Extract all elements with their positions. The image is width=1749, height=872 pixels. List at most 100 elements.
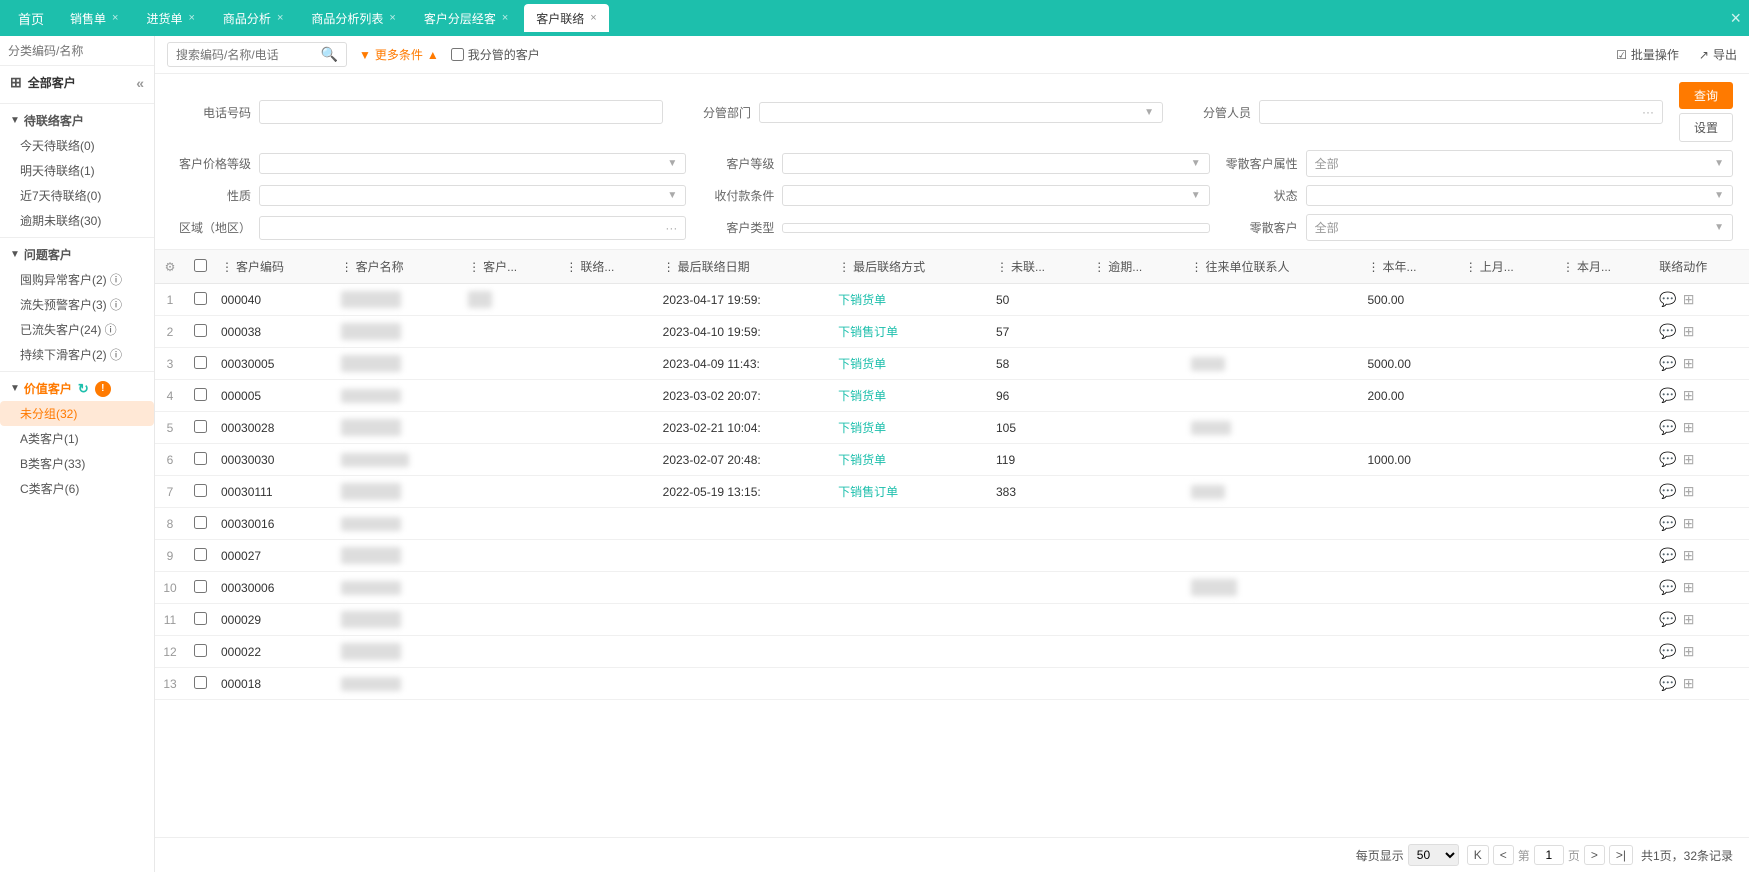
grid-action-icon[interactable]: ⊞ <box>1683 515 1695 532</box>
tab-purchase-order[interactable]: 进货单 × <box>134 4 206 32</box>
row-checkbox[interactable] <box>194 676 207 689</box>
grid-action-icon[interactable]: ⊞ <box>1683 643 1695 660</box>
sidebar-all-customers[interactable]: ⊞ 全部客户 « <box>0 66 154 99</box>
contact-method-link[interactable]: 下销货单 <box>838 293 886 307</box>
nature-select[interactable]: ▼ <box>259 185 686 206</box>
row-checkbox-cell[interactable] <box>185 668 215 700</box>
row-checkbox-cell[interactable] <box>185 412 215 444</box>
query-button[interactable]: 查询 <box>1679 82 1733 109</box>
grid-action-icon[interactable]: ⊞ <box>1683 291 1695 308</box>
row-checkbox[interactable] <box>194 484 207 497</box>
row-checkbox-cell[interactable] <box>185 348 215 380</box>
tab-sales-order[interactable]: 销售单 × <box>58 4 130 32</box>
sidebar-search-box[interactable]: 🔍 <box>0 36 154 66</box>
search-box[interactable]: 🔍 <box>167 42 347 67</box>
row-checkbox[interactable] <box>194 356 207 369</box>
row-checkbox[interactable] <box>194 292 207 305</box>
next-page-button[interactable]: > <box>1584 845 1605 865</box>
sidebar-item-class-b[interactable]: B类客户(33) <box>0 451 154 476</box>
message-action-icon[interactable]: 💬 <box>1659 387 1676 404</box>
contact-method-link[interactable]: 下销货单 <box>838 357 886 371</box>
payment-select[interactable]: ▼ <box>782 185 1209 206</box>
dept-select[interactable]: ▼ <box>759 102 1163 123</box>
checkbox-column-header[interactable] <box>185 250 215 284</box>
settings-column-header[interactable]: ⚙ <box>155 250 185 284</box>
row-checkbox-cell[interactable] <box>185 380 215 412</box>
sidebar-section-value-customers[interactable]: ▼ 价值客户 ↻ ! <box>0 376 154 401</box>
region-dots[interactable]: ··· <box>665 221 677 235</box>
close-product-analysis-list-tab[interactable]: × <box>389 12 395 24</box>
sidebar-item-class-a[interactable]: A类客户(1) <box>0 426 154 451</box>
close-customer-contact-tab[interactable]: × <box>590 12 596 24</box>
row-checkbox[interactable] <box>194 388 207 401</box>
customer-level-select[interactable]: ▼ <box>782 153 1209 174</box>
sidebar-search-input[interactable] <box>8 44 155 58</box>
row-checkbox-cell[interactable] <box>185 540 215 572</box>
close-customer-segment-tab[interactable]: × <box>502 12 508 24</box>
row-checkbox-cell[interactable] <box>185 508 215 540</box>
close-purchase-order-tab[interactable]: × <box>188 12 194 24</box>
grid-action-icon[interactable]: ⊞ <box>1683 547 1695 564</box>
contact-method-link[interactable]: 下销售订单 <box>838 485 898 499</box>
search-icon[interactable]: 🔍 <box>321 46 338 63</box>
person-select[interactable]: ··· <box>1259 100 1663 124</box>
page-number-input[interactable] <box>1534 845 1564 865</box>
sidebar-item-unclassified[interactable]: 未分组(32) <box>0 401 154 426</box>
message-action-icon[interactable]: 💬 <box>1659 675 1676 692</box>
person-dots[interactable]: ··· <box>1642 105 1654 119</box>
customer-type-select[interactable] <box>782 223 1209 233</box>
row-checkbox[interactable] <box>194 580 207 593</box>
tab-product-analysis-list[interactable]: 商品分析列表 × <box>299 4 407 32</box>
row-checkbox[interactable] <box>194 324 207 337</box>
reset-button[interactable]: 设置 <box>1679 113 1733 142</box>
sidebar-section-problem-customers[interactable]: ▼ 问题客户 <box>0 242 154 267</box>
message-action-icon[interactable]: 💬 <box>1659 515 1676 532</box>
contact-method-link[interactable]: 下销货单 <box>838 421 886 435</box>
export-button[interactable]: ↗ 导出 <box>1699 46 1737 63</box>
retail-customer-select[interactable]: 全部 ▼ <box>1306 214 1733 241</box>
region-select[interactable]: ··· <box>259 216 686 240</box>
close-sales-order-tab[interactable]: × <box>112 12 118 24</box>
grid-action-icon[interactable]: ⊞ <box>1683 387 1695 404</box>
row-checkbox-cell[interactable] <box>185 444 215 476</box>
sidebar-item-overdue-contact[interactable]: 逾期未联络(30) <box>0 208 154 233</box>
message-action-icon[interactable]: 💬 <box>1659 643 1676 660</box>
grid-action-icon[interactable]: ⊞ <box>1683 675 1695 692</box>
message-action-icon[interactable]: 💬 <box>1659 355 1676 372</box>
search-input[interactable] <box>176 48 317 62</box>
message-action-icon[interactable]: 💬 <box>1659 547 1676 564</box>
message-action-icon[interactable]: 💬 <box>1659 579 1676 596</box>
message-action-icon[interactable]: 💬 <box>1659 323 1676 340</box>
refresh-icon[interactable]: ↻ <box>78 381 89 397</box>
row-checkbox-cell[interactable] <box>185 476 215 508</box>
retail-attr-select[interactable]: 全部 ▼ <box>1306 150 1733 177</box>
tab-customer-contact[interactable]: 客户联络 × <box>524 4 608 32</box>
select-all-checkbox[interactable] <box>194 259 207 272</box>
more-conditions-button[interactable]: ▼ 更多条件 ▲ <box>359 46 439 63</box>
window-close-button[interactable]: × <box>1730 8 1741 29</box>
price-level-select[interactable]: ▼ <box>259 153 686 174</box>
per-page-select[interactable]: 50 20 100 <box>1408 844 1459 866</box>
sidebar-item-class-c[interactable]: C类客户(6) <box>0 476 154 501</box>
grid-action-icon[interactable]: ⊞ <box>1683 323 1695 340</box>
sidebar-item-churn-warning[interactable]: 流失预警客户(3) ⓘ <box>0 292 154 317</box>
row-checkbox-cell[interactable] <box>185 636 215 668</box>
status-select[interactable]: ▼ <box>1306 185 1733 206</box>
prev-page-button[interactable]: < <box>1493 845 1514 865</box>
row-checkbox-cell[interactable] <box>185 284 215 316</box>
my-customers-check[interactable] <box>451 48 464 61</box>
row-checkbox[interactable] <box>194 452 207 465</box>
grid-action-icon[interactable]: ⊞ <box>1683 355 1695 372</box>
row-checkbox[interactable] <box>194 516 207 529</box>
row-checkbox[interactable] <box>194 548 207 561</box>
message-action-icon[interactable]: 💬 <box>1659 419 1676 436</box>
sidebar-item-tomorrow-pending[interactable]: 明天待联络(1) <box>0 158 154 183</box>
sidebar-collapse-icon[interactable]: « <box>136 75 144 91</box>
message-action-icon[interactable]: 💬 <box>1659 451 1676 468</box>
grid-action-icon[interactable]: ⊞ <box>1683 419 1695 436</box>
row-checkbox[interactable] <box>194 420 207 433</box>
tab-product-analysis[interactable]: 商品分析 × <box>211 4 295 32</box>
tab-customer-segment[interactable]: 客户分层经客 × <box>412 4 520 32</box>
row-checkbox-cell[interactable] <box>185 572 215 604</box>
close-product-analysis-tab[interactable]: × <box>277 12 283 24</box>
